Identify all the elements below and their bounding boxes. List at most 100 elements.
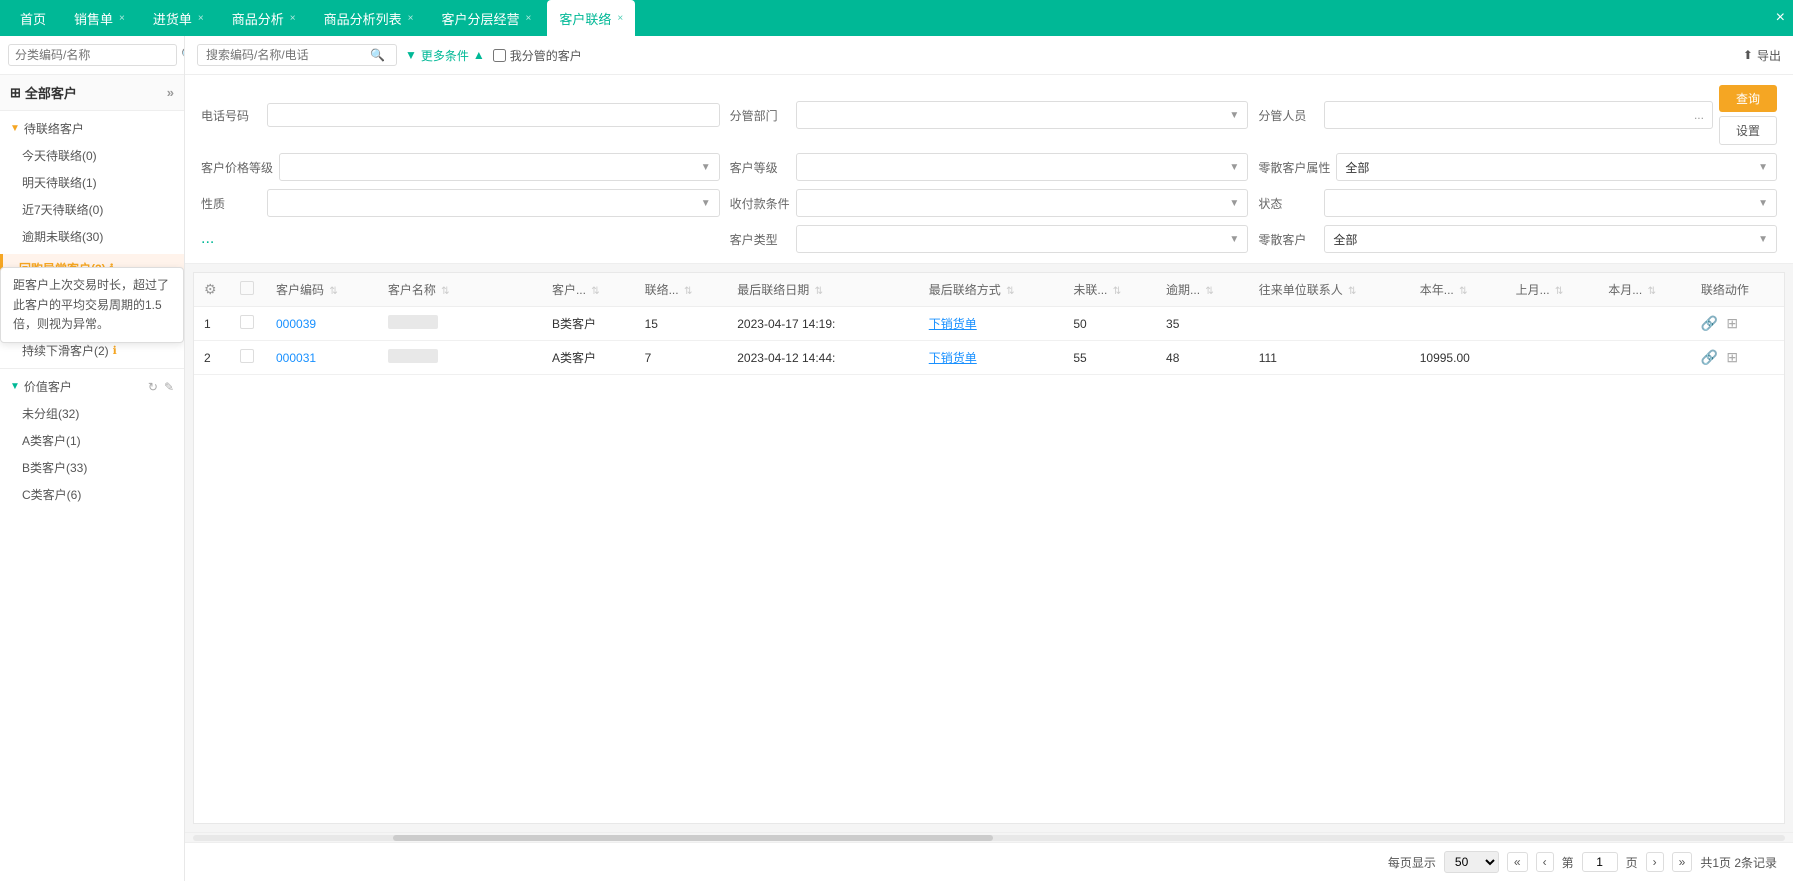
main-search-icon[interactable]: 🔍 — [370, 48, 385, 62]
grid-action-icon[interactable]: ⊞ — [1726, 349, 1738, 366]
tab-purchase[interactable]: 进货单 × — [141, 0, 216, 36]
customer-grade-select[interactable]: ▼ — [796, 153, 1249, 181]
filter-nature: 性质 ▼ — [201, 189, 720, 217]
tab-product-analysis[interactable]: 商品分析 × — [220, 0, 308, 36]
col-current-month[interactable]: 本月... ⇅ — [1598, 273, 1691, 307]
row-name[interactable] — [378, 307, 542, 341]
tab-customer-stratify[interactable]: 客户分层经营 × — [429, 0, 543, 36]
row-name[interactable] — [378, 341, 542, 375]
customer-type-arrow: ▼ — [1229, 234, 1239, 245]
col-overdue[interactable]: 逾期... ⇅ — [1156, 273, 1249, 307]
retail-property-select[interactable]: 全部 ▼ — [1336, 153, 1777, 181]
manager-more-icon: ... — [1694, 108, 1704, 122]
tab-customer-contact[interactable]: 客户联络 × — [547, 0, 635, 36]
dept-label: 分管部门 — [730, 107, 790, 124]
row-last-method[interactable]: 下销货单 — [919, 341, 1064, 375]
row-select-checkbox[interactable] — [240, 349, 254, 363]
col-contact-person[interactable]: 往来单位联系人 ⇅ — [1249, 273, 1410, 307]
filter-dept: 分管部门 ▼ — [730, 101, 1249, 129]
sidebar-search-area: 🔍 — [0, 36, 184, 75]
phone-input[interactable] — [267, 103, 720, 127]
pending-contact-title[interactable]: ▼ 待联络客户 — [0, 115, 184, 142]
page-label: 第 — [1562, 854, 1574, 871]
last-method-link[interactable]: 下销货单 — [929, 351, 977, 365]
tab-home[interactable]: 首页 — [8, 0, 58, 36]
value-customers-title[interactable]: ▼ 价值客户 ↻ ✎ — [0, 373, 184, 400]
settings-button[interactable]: 设置 — [1719, 116, 1777, 145]
last-page-btn[interactable]: » — [1672, 852, 1693, 872]
row-select-checkbox[interactable] — [240, 315, 254, 329]
col-checkbox — [230, 273, 266, 307]
link-action-icon[interactable]: 🔗 — [1701, 349, 1718, 366]
prev-page-btn[interactable]: ‹ — [1536, 852, 1554, 872]
col-code[interactable]: 客户编码 ⇅ — [266, 273, 378, 307]
sidebar-collapse-btn[interactable]: » — [167, 85, 174, 100]
first-page-btn[interactable]: « — [1507, 852, 1528, 872]
sidebar-item-tomorrow[interactable]: 明天待联络(1) — [0, 169, 184, 196]
tab-product-analysis-list[interactable]: 商品分析列表 × — [312, 0, 426, 36]
col-name[interactable]: 客户名称 ⇅ — [378, 273, 542, 307]
nature-select[interactable]: ▼ — [267, 189, 720, 217]
manager-select[interactable]: ... — [1324, 101, 1713, 129]
more-conditions-btn[interactable]: ▼ 更多条件 ▲ — [405, 47, 485, 64]
next-page-btn[interactable]: › — [1646, 852, 1664, 872]
col-last-contact-method[interactable]: 最后联络方式 ⇅ — [919, 273, 1064, 307]
price-grade-select[interactable]: ▼ — [279, 153, 720, 181]
main-search-input[interactable] — [206, 48, 366, 62]
tab-product-analysis-list-close[interactable]: × — [408, 13, 414, 24]
grid-action-icon[interactable]: ⊞ — [1726, 315, 1738, 332]
tab-purchase-close[interactable]: × — [198, 13, 204, 24]
sidebar-item-today[interactable]: 今天待联络(0) — [0, 142, 184, 169]
col-last-contact-date[interactable]: 最后联络日期 ⇅ — [727, 273, 918, 307]
tab-customer-stratify-close[interactable]: × — [525, 13, 531, 24]
scrollbar-track — [193, 835, 1785, 841]
sidebar-item-overdue[interactable]: 逾期未联络(30) — [0, 223, 184, 250]
customers-table: ⚙ 客户编码 ⇅ 客户名称 ⇅ — [194, 273, 1784, 375]
query-button[interactable]: 查询 — [1719, 85, 1777, 112]
col-no-contact-days[interactable]: 未联... ⇅ — [1063, 273, 1156, 307]
col-type[interactable]: 客户... ⇅ — [542, 273, 635, 307]
last-method-link[interactable]: 下销货单 — [929, 317, 977, 331]
refresh-icon[interactable]: ↻ — [148, 380, 158, 394]
sidebar-item-ungrouped[interactable]: 未分组(32) — [0, 400, 184, 427]
row-last-method[interactable]: 下销货单 — [919, 307, 1064, 341]
tab-product-analysis-close[interactable]: × — [290, 13, 296, 24]
my-customers-checkbox[interactable] — [493, 49, 506, 62]
sidebar-search-input[interactable] — [8, 44, 177, 66]
export-button[interactable]: ⬆ 导出 — [1743, 47, 1781, 64]
scrollbar-thumb[interactable] — [393, 835, 993, 841]
data-table-container: ⚙ 客户编码 ⇅ 客户名称 ⇅ — [193, 272, 1785, 824]
customer-type-select[interactable]: ▼ — [796, 225, 1249, 253]
row-num: 2 — [194, 341, 230, 375]
row-no-contact: 55 — [1063, 341, 1156, 375]
tab-customer-contact-close[interactable]: × — [617, 13, 623, 24]
close-all-tabs[interactable]: × — [1776, 9, 1785, 27]
all-customers-title[interactable]: ⊞ 全部客户 » — [0, 75, 184, 111]
row-code[interactable]: 000039 — [266, 307, 378, 341]
payment-select[interactable]: ▼ — [796, 189, 1249, 217]
sidebar-item-c-class[interactable]: C类客户(6) — [0, 481, 184, 508]
tab-sales-close[interactable]: × — [119, 13, 125, 24]
sidebar-item-b-class[interactable]: B类客户(33) — [0, 454, 184, 481]
table-row: 1 000039 B类客户 15 2023-04-17 14:19: 下销货单 — [194, 307, 1784, 341]
sidebar-item-a-class[interactable]: A类客户(1) — [0, 427, 184, 454]
retail-select[interactable]: 全部 ▼ — [1324, 225, 1777, 253]
col-contact-count[interactable]: 联络... ⇅ — [635, 273, 728, 307]
tab-sales[interactable]: 销售单 × — [62, 0, 137, 36]
row-code[interactable]: 000031 — [266, 341, 378, 375]
col-last-month[interactable]: 上月... ⇅ — [1506, 273, 1599, 307]
sidebar-item-7days[interactable]: 近7天待联络(0) — [0, 196, 184, 223]
select-all-checkbox[interactable] — [240, 281, 254, 295]
link-action-icon[interactable]: 🔗 — [1701, 315, 1718, 332]
table-settings-icon[interactable]: ⚙ — [204, 281, 217, 297]
col-current-year[interactable]: 本年... ⇅ — [1410, 273, 1506, 307]
dept-select[interactable]: ▼ — [796, 101, 1249, 129]
horizontal-scrollbar[interactable] — [185, 832, 1793, 842]
edit-icon[interactable]: ✎ — [164, 380, 174, 394]
col-settings[interactable]: ⚙ — [194, 273, 230, 307]
current-page-input[interactable] — [1582, 852, 1618, 872]
per-page-select[interactable]: 50 100 200 — [1444, 851, 1499, 873]
ellipsis-button[interactable]: ... — [201, 231, 214, 247]
status-select[interactable]: ▼ — [1324, 189, 1777, 217]
total-records-label: 共1页 2条记录 — [1700, 854, 1777, 871]
